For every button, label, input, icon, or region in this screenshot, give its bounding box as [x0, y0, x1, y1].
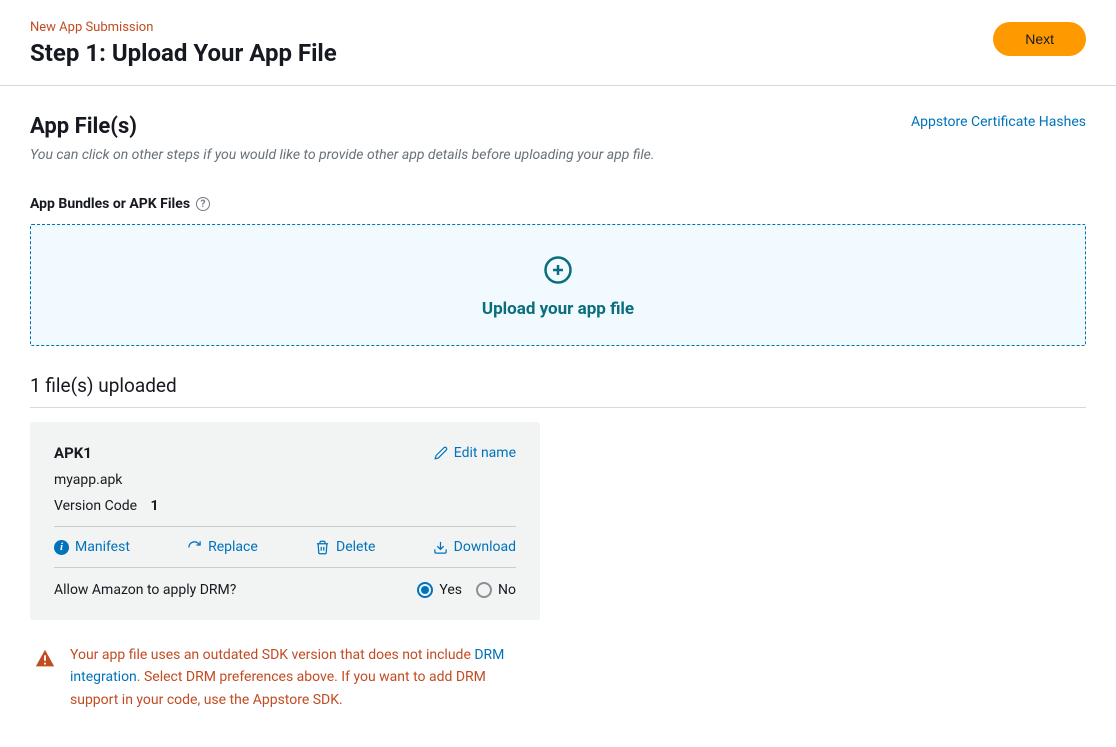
delete-action[interactable]: Delete	[315, 539, 375, 555]
section-title: App File(s)	[30, 114, 137, 139]
download-label: Download	[454, 539, 516, 555]
file-filename: myapp.apk	[54, 472, 516, 488]
warning-box: Your app file uses an outdated SDK versi…	[30, 636, 540, 719]
files-uploaded-count: 1 file(s) uploaded	[30, 374, 1086, 408]
manifest-label: Manifest	[75, 539, 130, 555]
apk-name: APK1	[54, 444, 92, 462]
edit-name-text: Edit name	[454, 445, 516, 461]
section-subtitle: You can click on other steps if you woul…	[30, 147, 1086, 163]
refresh-icon	[187, 540, 202, 555]
file-card-header: APK1 Edit name	[54, 444, 516, 462]
drm-radio-yes[interactable]: Yes	[417, 582, 462, 598]
page-title: Step 1: Upload Your App File	[30, 39, 337, 67]
download-icon	[433, 540, 448, 555]
drm-radio-no[interactable]: No	[476, 582, 516, 598]
replace-label: Replace	[208, 539, 258, 555]
info-icon: i	[54, 540, 69, 555]
header-left: New App Submission Step 1: Upload Your A…	[30, 20, 337, 67]
version-row: Version Code 1	[54, 498, 516, 527]
section-header: App File(s) Appstore Certificate Hashes	[30, 114, 1086, 139]
edit-name-link[interactable]: Edit name	[434, 445, 516, 461]
manifest-action[interactable]: i Manifest	[54, 539, 130, 555]
file-actions-row: i Manifest Replace Delete	[54, 527, 516, 568]
bundle-label-text: App Bundles or APK Files	[30, 196, 190, 212]
warning-text: Your app file uses an outdated SDK versi…	[70, 644, 536, 711]
warning-text-before: Your app file uses an outdated SDK versi…	[70, 647, 474, 663]
bundle-field-label: App Bundles or APK Files ?	[30, 196, 210, 212]
version-value: 1	[151, 498, 159, 514]
file-card: APK1 Edit name myapp.apk Version Code 1 …	[30, 422, 540, 620]
upload-dropzone[interactable]: Upload your app file	[30, 224, 1086, 346]
replace-action[interactable]: Replace	[187, 539, 258, 555]
page-header: New App Submission Step 1: Upload Your A…	[0, 0, 1116, 86]
upload-text: Upload your app file	[482, 299, 634, 319]
delete-label: Delete	[336, 539, 375, 555]
download-action[interactable]: Download	[433, 539, 516, 555]
drm-row: Allow Amazon to apply DRM? Yes No	[54, 568, 516, 598]
breadcrumb[interactable]: New App Submission	[30, 20, 337, 35]
radio-icon-checked	[417, 582, 433, 598]
drm-question: Allow Amazon to apply DRM?	[54, 582, 236, 598]
drm-yes-label: Yes	[439, 582, 462, 598]
next-button[interactable]: Next	[993, 22, 1086, 56]
content: App File(s) Appstore Certificate Hashes …	[0, 86, 1116, 747]
drm-no-label: No	[498, 582, 516, 598]
drm-radio-group: Yes No	[417, 582, 516, 598]
cert-hashes-link[interactable]: Appstore Certificate Hashes	[911, 114, 1086, 130]
warning-triangle-icon	[34, 648, 56, 670]
help-icon[interactable]: ?	[196, 197, 210, 211]
radio-icon-unchecked	[476, 582, 492, 598]
plus-circle-icon	[543, 255, 573, 285]
pencil-icon	[434, 446, 448, 460]
trash-icon	[315, 540, 330, 555]
version-label: Version Code	[54, 498, 137, 514]
